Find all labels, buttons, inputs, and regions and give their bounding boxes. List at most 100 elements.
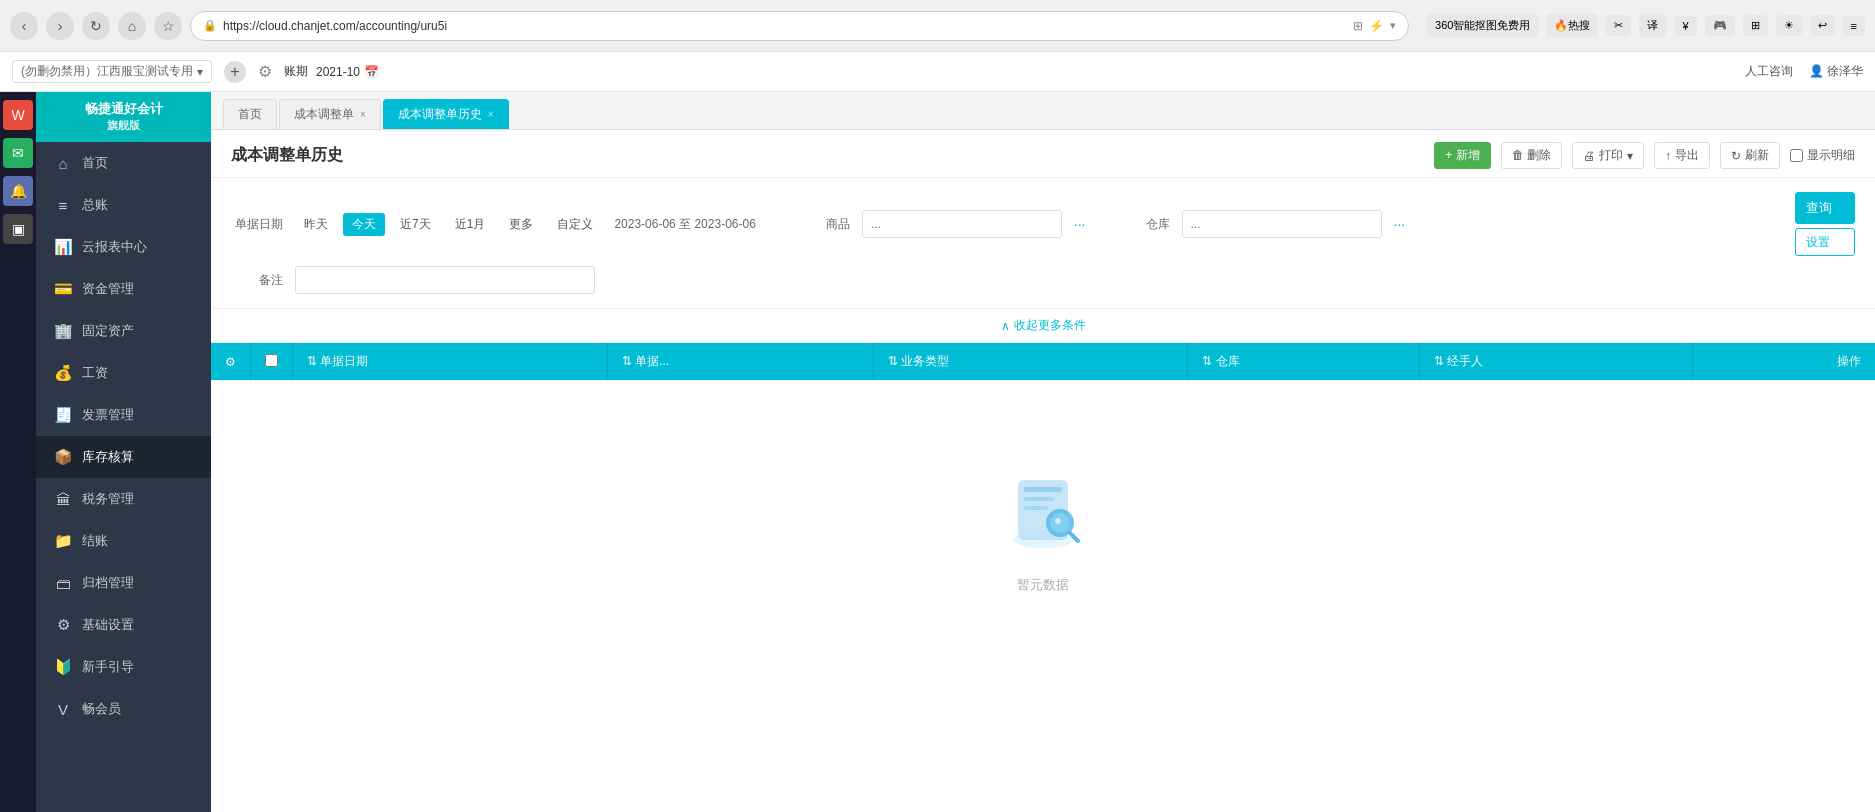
sidebar-item-payroll[interactable]: 💰 工资 — [36, 352, 211, 394]
tab-cost-adjust-history-close[interactable]: × — [488, 109, 494, 120]
select-all-checkbox[interactable] — [265, 354, 278, 367]
back-button[interactable]: ‹ — [10, 12, 38, 40]
main-layout: W ✉ 🔔 ▣ 畅捷通好会计 旗舰版 ⌂ 首页 ≡ 总账 📊 云报表中心 💳 资… — [0, 92, 1875, 812]
sidebar-item-label: 基础设置 — [82, 616, 134, 634]
delete-button[interactable]: 🗑 删除 — [1501, 142, 1562, 169]
user-name: 徐泽华 — [1827, 64, 1863, 78]
date-btn-today[interactable]: 今天 — [343, 213, 385, 236]
date-btn-7days[interactable]: 近7天 — [391, 213, 440, 236]
sidebar-item-closing[interactable]: 📁 结账 — [36, 520, 211, 562]
sidebar-item-reports[interactable]: 📊 云报表中心 — [36, 226, 211, 268]
tab-home[interactable]: 首页 — [223, 99, 277, 129]
brightness-icon[interactable]: ☀ — [1776, 15, 1802, 36]
date-btn-custom[interactable]: 自定义 — [548, 213, 602, 236]
goods-more-icon[interactable]: ··· — [1074, 216, 1086, 232]
scissors-icon[interactable]: ✂ — [1606, 15, 1631, 36]
tab-cost-adjust-close[interactable]: × — [360, 109, 366, 120]
page-title: 成本调整单历史 — [231, 145, 343, 166]
print-button[interactable]: 🖨 打印 ▾ — [1572, 142, 1644, 169]
filter-settings-button[interactable]: 设置 — [1795, 228, 1855, 256]
new-button[interactable]: + 新增 — [1434, 142, 1490, 169]
sidebar-item-member[interactable]: V 畅会员 — [36, 688, 211, 730]
th-warehouse[interactable]: ⇅ 仓库 — [1188, 343, 1419, 380]
home-icon: ⌂ — [54, 155, 72, 172]
th-settings[interactable]: ⚙ — [211, 343, 251, 380]
tab-cost-adjust[interactable]: 成本调整单 × — [279, 99, 381, 129]
translate-icon[interactable]: 译 — [1639, 14, 1666, 37]
refresh-button[interactable]: ↻ 刷新 — [1720, 142, 1780, 169]
sidebar-item-funds[interactable]: 💳 资金管理 — [36, 268, 211, 310]
sidebar-item-ledger[interactable]: ≡ 总账 — [36, 184, 211, 226]
sidebar-item-label: 工资 — [82, 364, 108, 382]
query-button[interactable]: 查询 — [1795, 192, 1855, 224]
th-number[interactable]: ⇅ 单据... — [607, 343, 873, 380]
warehouse-more-icon[interactable]: ··· — [1394, 216, 1406, 232]
remark-input[interactable] — [295, 266, 595, 294]
export-button[interactable]: ↑ 导出 — [1654, 142, 1710, 169]
sidebar-item-invoice[interactable]: 🧾 发票管理 — [36, 394, 211, 436]
fixed-assets-icon: 🏢 — [54, 322, 72, 340]
coin-icon[interactable]: ¥ — [1674, 16, 1696, 36]
company-selector[interactable]: (勿删勿禁用）江西服宝测试专用 ▾ — [12, 60, 212, 83]
forward-button[interactable]: › — [46, 12, 74, 40]
chevron-down-icon: ▾ — [1390, 19, 1396, 32]
th-handler[interactable]: ⇅ 经手人 — [1419, 343, 1692, 380]
sidebar-item-home[interactable]: ⌂ 首页 — [36, 142, 211, 184]
user-avatar[interactable]: 👤 徐泽华 — [1809, 63, 1863, 80]
sidebar-item-label: 新手引导 — [82, 658, 134, 676]
warehouse-input[interactable] — [1182, 210, 1382, 238]
date-btn-more[interactable]: 更多 — [500, 213, 542, 236]
show-detail-checkbox[interactable] — [1790, 149, 1803, 162]
sidebar-item-settings[interactable]: ⚙ 基础设置 — [36, 604, 211, 646]
invoice-icon: 🧾 — [54, 406, 72, 424]
left-icon-blue[interactable]: 🔔 — [3, 176, 33, 206]
th-biz-type-label: ⇅ 业务类型 — [888, 354, 949, 368]
warehouse-filter-label: 仓库 — [1118, 216, 1170, 233]
add-company-button[interactable]: + — [224, 61, 246, 83]
date-btn-yesterday[interactable]: 昨天 — [295, 213, 337, 236]
customer-service-btn[interactable]: 人工咨询 — [1745, 63, 1793, 80]
sidebar-item-tax[interactable]: 🏛 税务管理 — [36, 478, 211, 520]
logo-line2: 旗舰版 — [107, 118, 140, 133]
funds-icon: 💳 — [54, 280, 72, 298]
game-icon[interactable]: 🎮 — [1705, 15, 1735, 36]
star-button[interactable]: ☆ — [154, 12, 182, 40]
sidebar-item-guide[interactable]: 🔰 新手引导 — [36, 646, 211, 688]
th-biz-type[interactable]: ⇅ 业务类型 — [873, 343, 1188, 380]
page-header: 成本调整单历史 + 新增 🗑 删除 🖨 打印 ▾ ↑ 导出 ↻ 刷新 — [211, 130, 1875, 178]
print-icon: 🖨 — [1583, 149, 1595, 163]
left-icon-dark[interactable]: ▣ — [3, 214, 33, 244]
date-shortcuts: 昨天 今天 近7天 近1月 更多 自定义 — [295, 213, 602, 236]
left-icon-red[interactable]: W — [3, 100, 33, 130]
search-icon[interactable]: 360智能抠图免费用 — [1427, 14, 1538, 37]
collapse-button[interactable]: ∧ 收起更多条件 — [1001, 317, 1086, 334]
left-icons-bar: W ✉ 🔔 ▣ — [0, 92, 36, 812]
closing-icon: 📁 — [54, 532, 72, 550]
undo-icon[interactable]: ↩ — [1810, 15, 1835, 36]
left-icon-green[interactable]: ✉ — [3, 138, 33, 168]
th-check[interactable] — [251, 343, 293, 380]
settings-icon[interactable]: ⚙ — [258, 62, 272, 81]
filter-date-row: 单据日期 昨天 今天 近7天 近1月 更多 自定义 2023-06-06 至 2… — [231, 192, 1855, 256]
tab-cost-adjust-history[interactable]: 成本调整单历史 × — [383, 99, 509, 129]
hot-search-label[interactable]: 🔥热搜 — [1546, 14, 1598, 37]
home-button[interactable]: ⌂ — [118, 12, 146, 40]
app-header: (勿删勿禁用）江西服宝测试专用 ▾ + ⚙ 账期 2021-10 📅 人工咨询 … — [0, 52, 1875, 92]
sidebar-item-inventory[interactable]: 📦 库存核算 — [36, 436, 211, 478]
goods-input[interactable] — [862, 210, 1062, 238]
th-date[interactable]: ⇅ 单据日期 — [293, 343, 608, 380]
sidebar-item-label: 税务管理 — [82, 490, 134, 508]
grid-apps-icon[interactable]: ⊞ — [1743, 15, 1768, 36]
menu-icon[interactable]: ≡ — [1843, 16, 1865, 36]
svg-point-8 — [1055, 518, 1061, 524]
sidebar-item-archive[interactable]: 🗃 归档管理 — [36, 562, 211, 604]
tab-cost-adjust-history-label: 成本调整单历史 — [398, 106, 482, 123]
sidebar-item-fixed-assets[interactable]: 🏢 固定资产 — [36, 310, 211, 352]
url-bar[interactable]: 🔒 https://cloud.chanjet.com/accounting/u… — [190, 11, 1409, 41]
refresh-button[interactable]: ↻ — [82, 12, 110, 40]
browser-right-tools: 360智能抠图免费用 🔥热搜 ✂ 译 ¥ 🎮 ⊞ ☀ ↩ ≡ — [1427, 14, 1865, 37]
date-btn-1month[interactable]: 近1月 — [446, 213, 495, 236]
sidebar-item-label: 畅会员 — [82, 700, 121, 718]
calendar-icon[interactable]: 📅 — [364, 65, 379, 79]
sidebar-item-label: 库存核算 — [82, 448, 134, 466]
